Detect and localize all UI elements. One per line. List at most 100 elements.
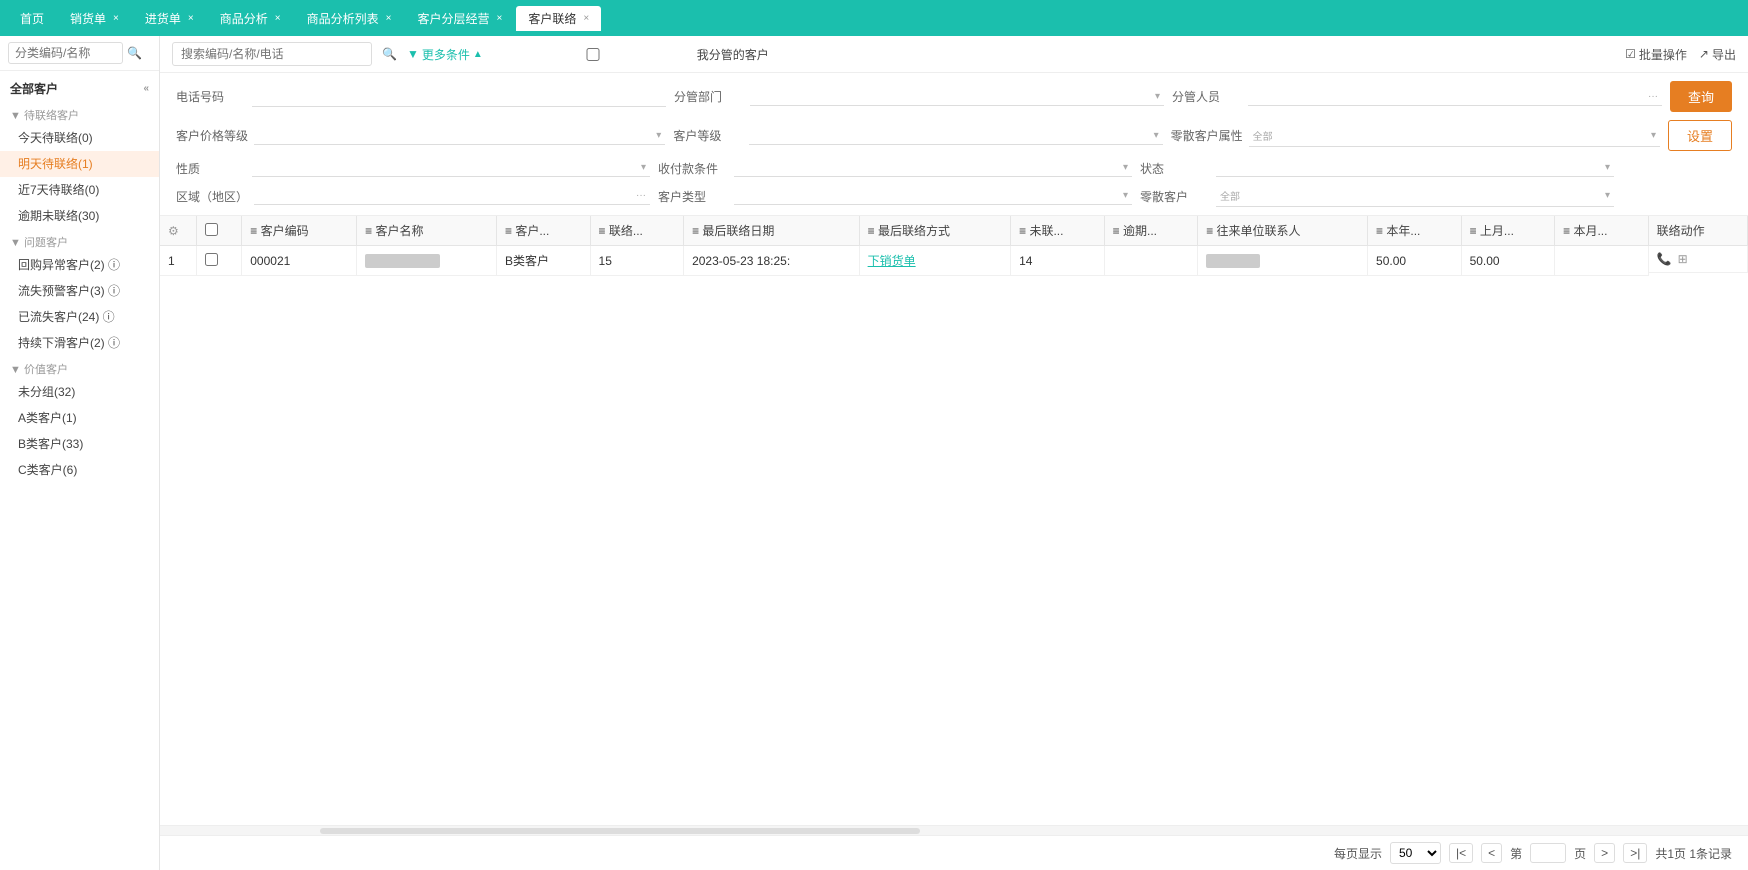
- col-code-header[interactable]: ≡ 客户编码: [242, 216, 357, 246]
- row-no: 1: [160, 246, 196, 276]
- close-customer-contact[interactable]: ×: [583, 13, 589, 24]
- reset-button[interactable]: 设置: [1668, 120, 1732, 151]
- col-checkbox-header[interactable]: [196, 216, 242, 246]
- nav-purchase-order[interactable]: 进货单 ×: [133, 6, 206, 31]
- search-input[interactable]: [172, 42, 372, 66]
- my-customers-check[interactable]: [493, 48, 693, 61]
- row-contact-count: 15: [590, 246, 684, 276]
- close-product-analysis-list[interactable]: ×: [386, 13, 392, 24]
- filter-customer-type-label: 客户类型: [658, 188, 728, 205]
- col-last-month-header[interactable]: ≡ 上月...: [1461, 216, 1555, 246]
- table-row: 1 000021 Ea B类客户 15 2023-05-23 18:25: 下销…: [160, 246, 1748, 276]
- top-right-actions: ☑ 批量操作 ↗ 导出: [1625, 46, 1736, 63]
- col-last-contact-method-header[interactable]: ≡ 最后联络方式: [859, 216, 1011, 246]
- filter-retail-attr-select[interactable]: 全部▾: [1249, 125, 1660, 147]
- filter-row-4: 区域（地区） ··· 客户类型 ▾ 零散客户 全部▾: [176, 185, 1732, 207]
- col-overdue-header[interactable]: ≡ 逾期...: [1104, 216, 1198, 246]
- sidebar-item-today-contact[interactable]: 今天待联络(0): [0, 125, 159, 151]
- filter-phone-field: 电话号码: [176, 86, 666, 107]
- filter-retail-attr-label: 零散客户属性: [1171, 127, 1243, 144]
- close-customer-segment[interactable]: ×: [496, 13, 502, 24]
- filter-region-select[interactable]: ···: [254, 187, 650, 205]
- close-purchase-order[interactable]: ×: [188, 13, 194, 24]
- sidebar-all-customers[interactable]: 全部客户 «: [0, 75, 159, 102]
- row-select-checkbox[interactable]: [205, 253, 218, 266]
- sidebar-item-ungrouped[interactable]: 未分组(32): [0, 379, 159, 405]
- filter-nature-select[interactable]: ▾: [252, 159, 650, 177]
- sidebar-item-7day-contact[interactable]: 近7天待联络(0): [0, 177, 159, 203]
- row-checkbox[interactable]: [196, 246, 242, 276]
- action-more-icon[interactable]: ⊞: [1678, 252, 1688, 266]
- next-page-btn[interactable]: >: [1594, 843, 1615, 863]
- nav-product-analysis-list[interactable]: 商品分析列表 ×: [295, 6, 404, 31]
- filter-manager-field: 分管人员 ···: [1172, 88, 1662, 106]
- prev-page-btn[interactable]: <: [1481, 843, 1502, 863]
- sidebar-item-class-c[interactable]: C类客户(6): [0, 457, 159, 483]
- h-scrollbar-thumb[interactable]: [320, 828, 920, 834]
- sidebar-item-tomorrow-contact[interactable]: 明天待联络(1): [0, 151, 159, 177]
- sidebar-search-input[interactable]: [8, 42, 123, 64]
- filter-customer-type-select[interactable]: ▾: [734, 187, 1132, 205]
- sidebar-item-class-a[interactable]: A类客户(1): [0, 405, 159, 431]
- filter-dept-field: 分管部门 ▾: [674, 88, 1164, 106]
- col-name-header[interactable]: ≡ 客户名称: [357, 216, 497, 246]
- close-product-analysis[interactable]: ×: [275, 13, 281, 24]
- sidebar-search-icon[interactable]: 🔍: [127, 46, 142, 60]
- sidebar-search-bar: 🔍: [0, 36, 159, 71]
- col-action-header[interactable]: 联络动作: [1648, 216, 1747, 246]
- nav-home[interactable]: 首页: [8, 6, 56, 31]
- filter-dept-select[interactable]: ▾: [750, 88, 1164, 106]
- query-button[interactable]: 查询: [1670, 81, 1732, 112]
- per-page-select[interactable]: 50 20 100: [1390, 842, 1441, 864]
- col-settings-header[interactable]: ⚙: [160, 216, 196, 246]
- filter-status-select[interactable]: ▾: [1216, 159, 1614, 177]
- col-this-year-header[interactable]: ≡ 本年...: [1368, 216, 1462, 246]
- select-all-checkbox[interactable]: [205, 223, 218, 236]
- nav-customer-contact[interactable]: 客户联络 ×: [516, 6, 601, 31]
- filter-payment-select[interactable]: ▾: [734, 159, 1132, 177]
- action-phone-icon[interactable]: 📞: [1657, 252, 1672, 266]
- filter-retail-customer-label: 零散客户: [1140, 188, 1210, 205]
- nav-customer-segment[interactable]: 客户分层经营 ×: [405, 6, 514, 31]
- first-page-btn[interactable]: |<: [1449, 843, 1473, 863]
- batch-op-btn[interactable]: ☑ 批量操作: [1625, 46, 1687, 63]
- filter-manager-label: 分管人员: [1172, 88, 1242, 105]
- content-area: 🔍 ▼ 更多条件 ▲ 我分管的客户 ☑ 批量操作 ↗ 导出: [160, 36, 1748, 870]
- row-action[interactable]: 📞 ⊞: [1649, 246, 1748, 273]
- close-sales-order[interactable]: ×: [113, 13, 119, 24]
- filter-phone-input[interactable]: [252, 86, 666, 107]
- page-number-input[interactable]: 1: [1530, 843, 1566, 863]
- sidebar-item-overdue-contact[interactable]: 逾期未联络(30): [0, 203, 159, 229]
- last-page-btn[interactable]: >|: [1623, 843, 1647, 863]
- row-last-month: 50.00: [1461, 246, 1555, 276]
- filter-payment-label: 收付款条件: [658, 160, 728, 177]
- col-contact-person-header[interactable]: ≡ 往来单位联系人: [1198, 216, 1368, 246]
- sidebar-item-churned[interactable]: 已流失客户(24) ⓘ: [0, 304, 159, 330]
- sidebar-item-abnormal-repurchase[interactable]: 回购异常客户(2) ⓘ: [0, 252, 159, 278]
- top-navigation: 首页 销货单 × 进货单 × 商品分析 × 商品分析列表 × 客户分层经营 × …: [0, 0, 1748, 36]
- col-type-header[interactable]: ≡ 客户...: [496, 216, 590, 246]
- more-conditions-btn[interactable]: ▼ 更多条件 ▲: [407, 46, 483, 63]
- col-contact-count-header[interactable]: ≡ 联络...: [590, 216, 684, 246]
- nav-product-analysis[interactable]: 商品分析 ×: [208, 6, 293, 31]
- filter-value-level-select[interactable]: ▾: [254, 127, 665, 145]
- my-customers-checkbox[interactable]: 我分管的客户: [493, 46, 769, 63]
- sidebar-item-churn-warning[interactable]: 流失预警客户(3) ⓘ: [0, 278, 159, 304]
- row-last-contact-method[interactable]: 下销货单: [859, 246, 1011, 276]
- row-overdue: [1104, 246, 1198, 276]
- h-scrollbar-area: [160, 825, 1748, 835]
- filter-value-level-field: 客户价格等级 ▾: [176, 127, 665, 145]
- filter-customer-level-select[interactable]: ▾: [749, 127, 1162, 145]
- col-unlisted-header[interactable]: ≡ 未联...: [1011, 216, 1105, 246]
- filter-retail-customer-select[interactable]: 全部▾: [1216, 185, 1614, 207]
- col-last-contact-date-header[interactable]: ≡ 最后联络日期: [684, 216, 860, 246]
- search-icon[interactable]: 🔍: [382, 47, 397, 61]
- filter-region-label: 区域（地区）: [176, 188, 248, 205]
- sidebar-item-declining[interactable]: 持续下滑客户(2) ⓘ: [0, 330, 159, 356]
- col-this-month-header[interactable]: ≡ 本月...: [1555, 216, 1649, 246]
- nav-sales-order[interactable]: 销货单 ×: [58, 6, 131, 31]
- sidebar-item-class-b[interactable]: B类客户(33): [0, 431, 159, 457]
- row-last-contact-date: 2023-05-23 18:25:: [684, 246, 860, 276]
- export-btn[interactable]: ↗ 导出: [1699, 46, 1736, 63]
- filter-manager-select[interactable]: ···: [1248, 88, 1662, 106]
